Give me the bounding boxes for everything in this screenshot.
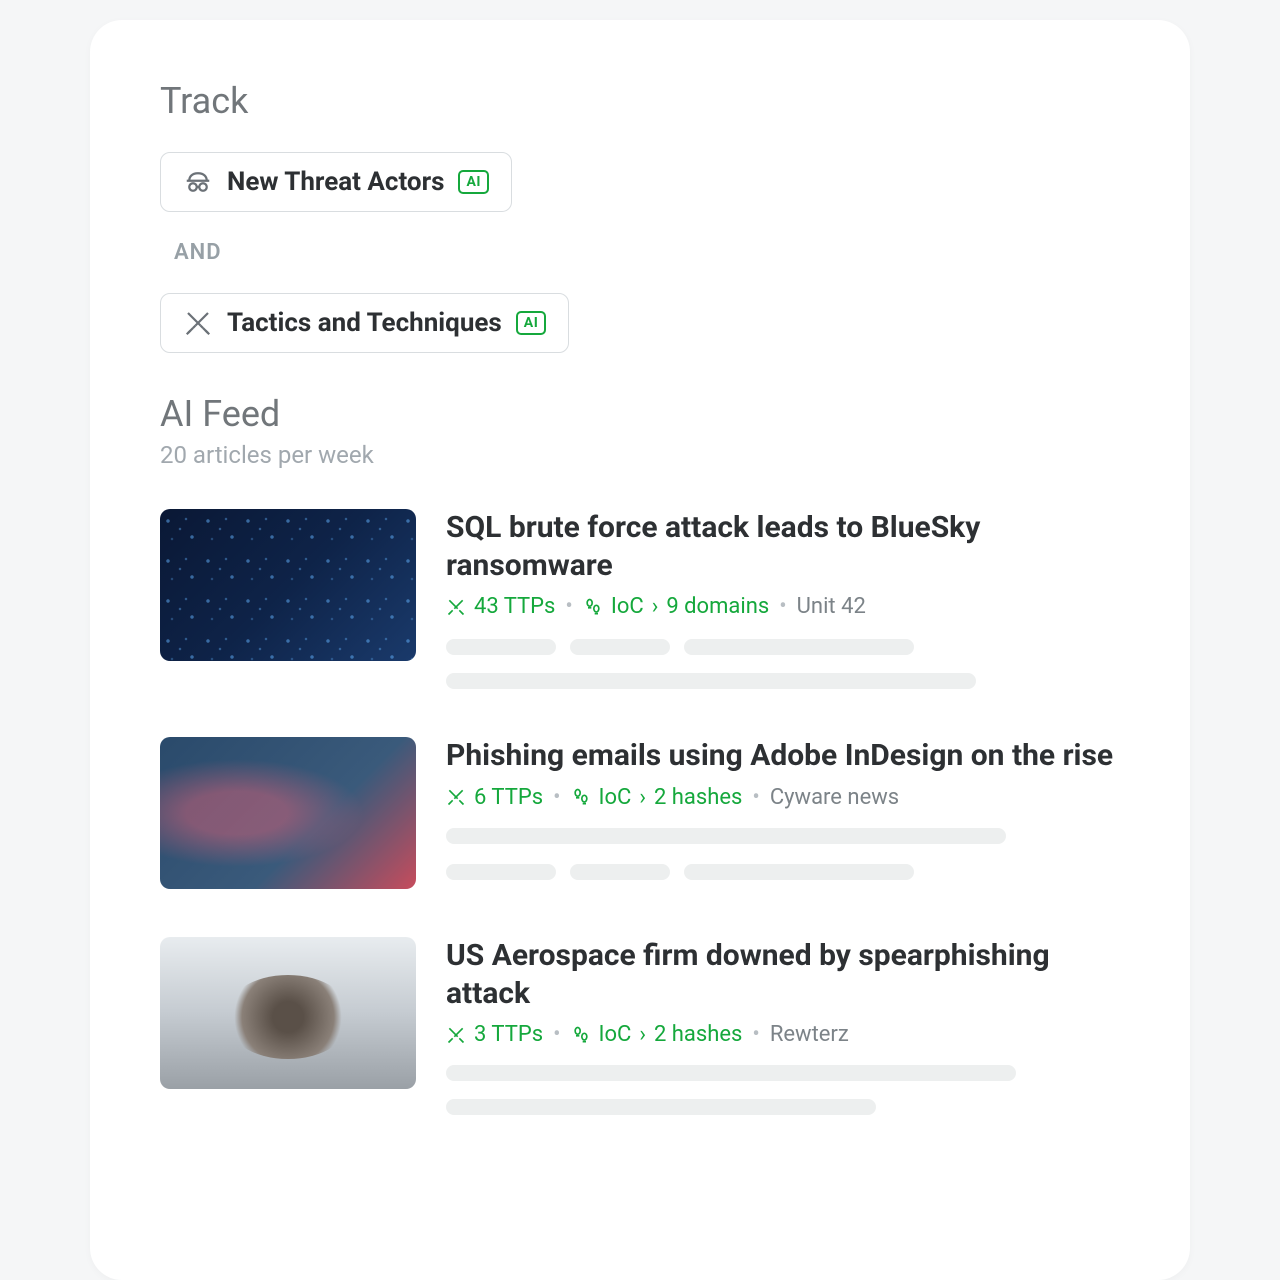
feed-subtitle: 20 articles per week bbox=[160, 441, 1120, 469]
article-title: US Aerospace firm downed by spearphishin… bbox=[446, 937, 1120, 1012]
article-body: Phishing emails using Adobe InDesign on … bbox=[446, 737, 1120, 889]
article-title: SQL brute force attack leads to BlueSky … bbox=[446, 509, 1120, 584]
article-thumbnail bbox=[160, 937, 416, 1089]
article-source: Unit 42 bbox=[797, 594, 866, 619]
article-thumbnail bbox=[160, 509, 416, 661]
ttps-tag: 3 TTPs bbox=[446, 1022, 543, 1047]
ai-badge: AI bbox=[516, 311, 547, 335]
chevron-right-icon: › bbox=[639, 785, 646, 810]
ioc-tag: IoC › 9 domains bbox=[583, 594, 769, 619]
article-thumbnail bbox=[160, 737, 416, 889]
skeleton-placeholder bbox=[446, 1099, 876, 1115]
ttps-tag: 6 TTPs bbox=[446, 785, 543, 810]
chevron-right-icon: › bbox=[652, 594, 659, 619]
article-source: Cyware news bbox=[770, 785, 899, 810]
filter-chip-tactics[interactable]: Tactics and Techniques AI bbox=[160, 293, 569, 353]
footprints-icon bbox=[583, 597, 603, 617]
skeleton-placeholder bbox=[446, 828, 1006, 844]
article-item[interactable]: SQL brute force attack leads to BlueSky … bbox=[160, 509, 1120, 689]
filter-chip-threat-actors[interactable]: New Threat Actors AI bbox=[160, 152, 512, 212]
ioc-tag: IoC › 2 hashes bbox=[571, 785, 743, 810]
skeleton-placeholder bbox=[446, 864, 1120, 880]
filter-operator-and: AND bbox=[174, 240, 1120, 265]
swords-icon bbox=[446, 787, 466, 807]
separator-dot: • bbox=[752, 1022, 759, 1047]
chevron-right-icon: › bbox=[639, 1022, 646, 1047]
separator-dot: • bbox=[565, 594, 572, 619]
footprints-icon bbox=[571, 787, 591, 807]
article-meta: 6 TTPs • IoC › 2 hashes bbox=[446, 785, 1120, 810]
skeleton-placeholder bbox=[446, 1065, 1016, 1081]
article-body: US Aerospace firm downed by spearphishin… bbox=[446, 937, 1120, 1115]
article-item[interactable]: Phishing emails using Adobe InDesign on … bbox=[160, 737, 1120, 889]
incognito-icon bbox=[183, 167, 213, 197]
chip-label: Tactics and Techniques bbox=[227, 308, 502, 338]
article-title: Phishing emails using Adobe InDesign on … bbox=[446, 737, 1120, 775]
article-list: SQL brute force attack leads to BlueSky … bbox=[160, 509, 1120, 1115]
feed-title: AI Feed bbox=[160, 393, 1120, 435]
swords-icon bbox=[183, 308, 213, 338]
separator-dot: • bbox=[779, 594, 786, 619]
swords-icon bbox=[446, 597, 466, 617]
article-meta: 43 TTPs • IoC › 9 domains bbox=[446, 594, 1120, 619]
main-card: Track New Threat Actors AI AND bbox=[90, 20, 1190, 1280]
article-body: SQL brute force attack leads to BlueSky … bbox=[446, 509, 1120, 689]
swords-icon bbox=[446, 1025, 466, 1045]
separator-dot: • bbox=[553, 785, 560, 810]
track-section-title: Track bbox=[160, 80, 1120, 122]
feed-header: AI Feed 20 articles per week bbox=[160, 393, 1120, 469]
separator-dot: • bbox=[752, 785, 759, 810]
ttps-tag: 43 TTPs bbox=[446, 594, 555, 619]
article-item[interactable]: US Aerospace firm downed by spearphishin… bbox=[160, 937, 1120, 1115]
skeleton-placeholder bbox=[446, 673, 976, 689]
chip-label: New Threat Actors bbox=[227, 167, 444, 197]
skeleton-placeholder bbox=[446, 639, 1120, 655]
article-meta: 3 TTPs • IoC › 2 hashes bbox=[446, 1022, 1120, 1047]
footprints-icon bbox=[571, 1025, 591, 1045]
ioc-tag: IoC › 2 hashes bbox=[571, 1022, 743, 1047]
separator-dot: • bbox=[553, 1022, 560, 1047]
article-source: Rewterz bbox=[770, 1022, 849, 1047]
ai-badge: AI bbox=[458, 170, 489, 194]
